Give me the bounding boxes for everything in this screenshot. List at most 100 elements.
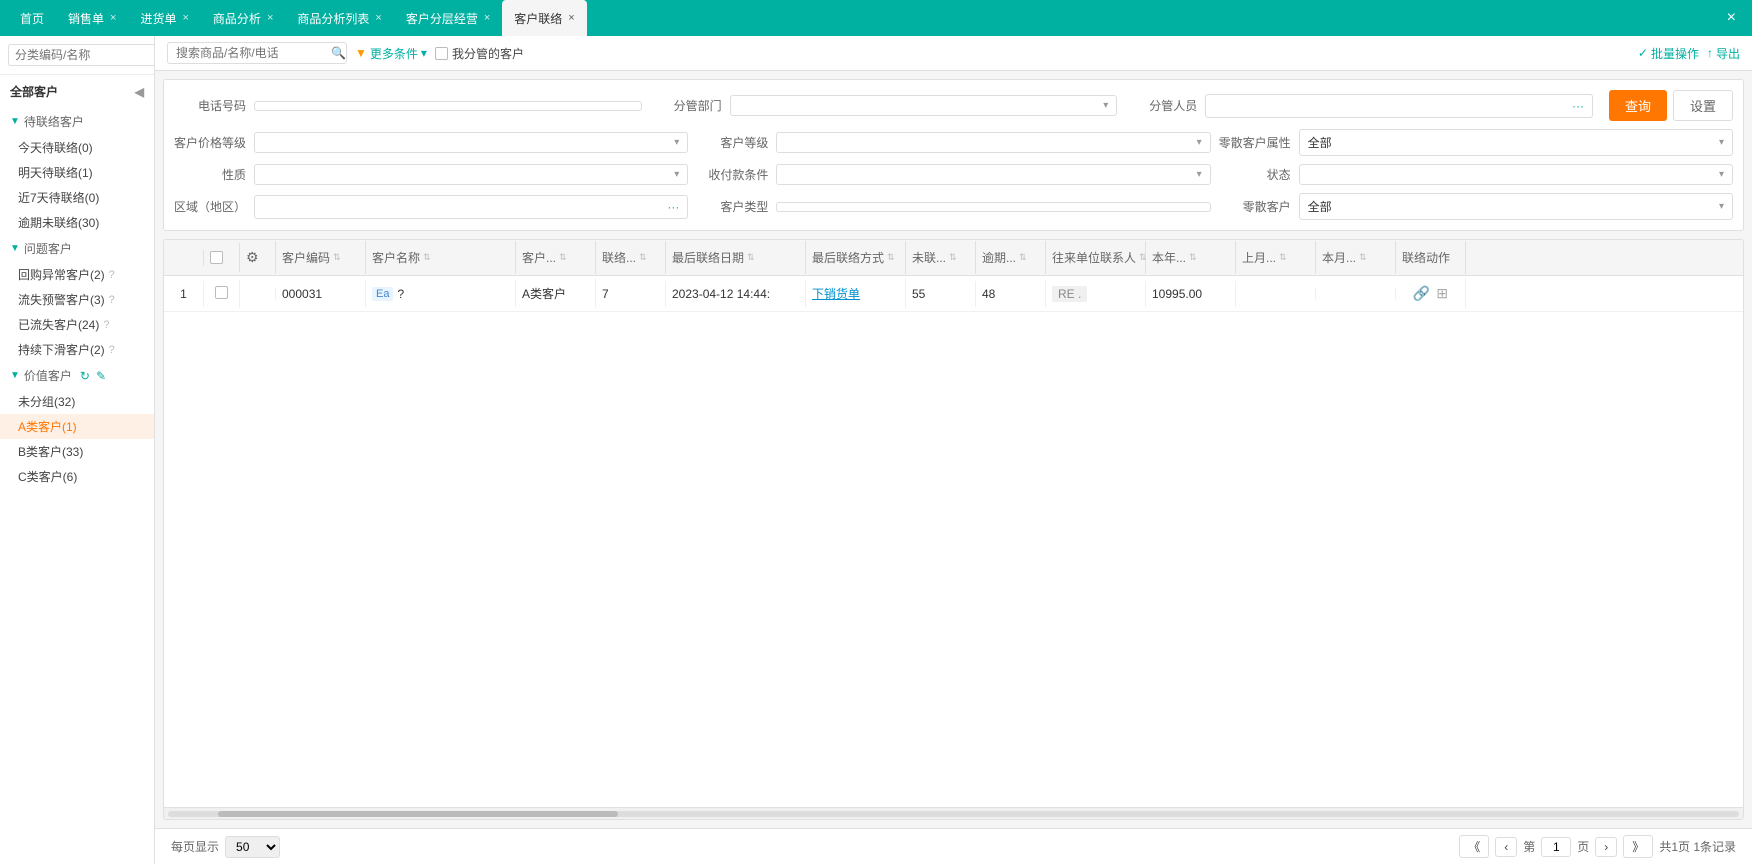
th-contact[interactable]: 联络... ⇅ (596, 241, 666, 274)
th-unlinkdays[interactable]: 未联... ⇅ (906, 241, 976, 274)
help-icon: ? (109, 269, 115, 281)
sidebar-section-value[interactable]: ▼ 价值客户 ↻ ✎ (0, 362, 154, 389)
payment-dropdown[interactable]: ▾ (776, 164, 1210, 185)
export-button[interactable]: ↑ 导出 (1707, 45, 1740, 62)
nature-dropdown[interactable]: ▾ (254, 164, 688, 185)
td-name: Ea ? (366, 280, 516, 307)
sidebar-collapse-icon[interactable]: ◀ (135, 85, 144, 99)
filter-panel: 电话号码 分管部门 ▾ 分管人员 ··· (163, 79, 1744, 231)
filter-dept: 分管部门 ▾ (650, 95, 1118, 116)
my-customers-checkbox[interactable] (435, 47, 448, 60)
more-conditions-button[interactable]: ▼ 更多条件 ▾ (355, 45, 427, 62)
close-sales-tab[interactable]: × (110, 12, 116, 24)
toolbar-search-icon[interactable]: 🔍 (331, 46, 346, 60)
td-lastway[interactable]: 下销货单 (806, 279, 906, 308)
prev-page-button[interactable]: ‹ (1495, 837, 1517, 857)
page-size-select[interactable]: 50 100 200 (225, 836, 280, 858)
sort-lastmonth-icon: ⇅ (1279, 252, 1287, 263)
close-all-button[interactable]: × (1719, 9, 1744, 27)
nav-tab-goods-analysis[interactable]: 商品分析 × (201, 0, 285, 36)
td-contact: 7 (596, 281, 666, 307)
scroll-track (168, 811, 1739, 817)
close-customer-segment-tab[interactable]: × (484, 12, 490, 24)
status-arrow: ▾ (1719, 169, 1724, 180)
toolbar-right-actions: ✓ 批量操作 ↑ 导出 (1638, 45, 1740, 62)
nav-tab-sales[interactable]: 销售单 × (56, 0, 128, 36)
close-customer-contact-tab[interactable]: × (568, 12, 574, 24)
th-num (164, 250, 204, 266)
nav-tab-customer-contact[interactable]: 客户联络 × (502, 0, 586, 36)
dept-dropdown[interactable]: ▾ (730, 95, 1118, 116)
sidebar-item-declining[interactable]: 持续下滑客户(2) ? (0, 337, 154, 362)
scatter-attr-dropdown[interactable]: 全部 ▾ (1299, 129, 1733, 156)
sidebar-item-a-class[interactable]: A类客户(1) (0, 414, 154, 439)
query-button[interactable]: 查询 (1609, 90, 1667, 121)
th-lastway[interactable]: 最后联络方式 ⇅ (806, 241, 906, 274)
th-lastmonth[interactable]: 上月... ⇅ (1236, 241, 1316, 274)
sidebar-item-lost[interactable]: 已流失客户(24) ? (0, 312, 154, 337)
customer-level-dropdown[interactable]: ▾ (776, 132, 1210, 153)
th-thisyear[interactable]: 本年... ⇅ (1146, 241, 1236, 274)
scroll-thumb[interactable] (218, 811, 618, 817)
page-number-input[interactable] (1541, 837, 1571, 857)
th-name[interactable]: 客户名称 ⇅ (366, 241, 516, 274)
th-overdue[interactable]: 逾期... ⇅ (976, 241, 1046, 274)
nav-tab-home[interactable]: 首页 (8, 0, 56, 36)
sidebar-item-ungroup[interactable]: 未分组(32) (0, 389, 154, 414)
header-checkbox[interactable] (210, 251, 223, 264)
settings-button[interactable]: 设置 (1673, 90, 1733, 121)
refresh-icon[interactable]: ↻ (80, 369, 90, 383)
batch-operation-button[interactable]: ✓ 批量操作 (1638, 45, 1699, 62)
sidebar-item-today[interactable]: 今天待联络(0) (0, 135, 154, 160)
sidebar-item-c-class[interactable]: C类客户(6) (0, 464, 154, 489)
sidebar-item-tomorrow[interactable]: 明天待联络(1) (0, 160, 154, 185)
sort-lastdate-icon: ⇅ (747, 252, 755, 263)
first-page-button[interactable]: 《 (1459, 835, 1489, 858)
action-link-icon[interactable]: 🔗 (1413, 285, 1430, 302)
customer-type-input[interactable] (776, 202, 1210, 212)
row-checkbox[interactable] (215, 286, 228, 299)
sidebar-section-problem[interactable]: ▼ 问题客户 (0, 235, 154, 262)
price-level-dropdown[interactable]: ▾ (254, 132, 688, 153)
scatter-dropdown[interactable]: 全部 ▾ (1299, 193, 1733, 220)
nav-tab-purchase[interactable]: 进货单 × (128, 0, 200, 36)
table-empty-space (164, 312, 1743, 807)
sidebar-item-7days[interactable]: 近7天待联络(0) (0, 185, 154, 210)
th-code[interactable]: 客户编码 ⇅ (276, 241, 366, 274)
help-icon-4: ? (109, 344, 115, 356)
th-thismonth[interactable]: 本月... ⇅ (1316, 241, 1396, 274)
sidebar-item-abnormal[interactable]: 回购异常客户(2) ? (0, 262, 154, 287)
th-unit[interactable]: 往来单位联系人 ⇅ (1046, 241, 1146, 274)
sort-code-icon: ⇅ (333, 252, 341, 263)
nature-arrow: ▾ (674, 169, 679, 180)
edit-value-icon[interactable]: ✎ (96, 369, 106, 383)
sidebar-item-b-class[interactable]: B类客户(33) (0, 439, 154, 464)
pagination-bar: 每页显示 50 100 200 《 ‹ 第 页 › 》 共1页 1条记录 (155, 828, 1752, 864)
region-input[interactable]: ··· (254, 195, 688, 219)
td-num: 1 (164, 281, 204, 307)
th-lastdate[interactable]: 最后联络日期 ⇅ (666, 241, 806, 274)
close-goods-list-tab[interactable]: × (375, 12, 381, 24)
nav-tab-customer-segment[interactable]: 客户分层经营 × (394, 0, 502, 36)
next-page-button[interactable]: › (1595, 837, 1617, 857)
status-dropdown[interactable]: ▾ (1299, 164, 1733, 185)
nav-tab-goods-list[interactable]: 商品分析列表 × (285, 0, 393, 36)
sidebar-section-pending[interactable]: ▼ 待联络客户 (0, 108, 154, 135)
sidebar-search-input[interactable] (8, 44, 155, 66)
sidebar-all-customers[interactable]: 全部客户 ◀ (0, 75, 154, 108)
toolbar-search-input[interactable] (176, 46, 331, 60)
manager-dots[interactable]: ··· (1572, 99, 1584, 113)
sidebar-item-warning[interactable]: 流失预警客户(3) ? (0, 287, 154, 312)
region-dots[interactable]: ··· (667, 200, 679, 214)
sidebar-item-overdue[interactable]: 逾期未联络(30) (0, 210, 154, 235)
horizontal-scrollbar[interactable] (164, 807, 1743, 819)
customer-level-arrow: ▾ (1197, 137, 1202, 148)
close-purchase-tab[interactable]: × (182, 12, 188, 24)
action-qr-icon[interactable]: ⊞ (1436, 285, 1448, 302)
table-settings-icon[interactable]: ⚙ (246, 249, 259, 266)
close-goods-analysis-tab[interactable]: × (267, 12, 273, 24)
manager-input[interactable]: ··· (1205, 94, 1593, 118)
last-page-button[interactable]: 》 (1623, 835, 1653, 858)
phone-input[interactable] (254, 101, 642, 111)
th-level[interactable]: 客户... ⇅ (516, 241, 596, 274)
